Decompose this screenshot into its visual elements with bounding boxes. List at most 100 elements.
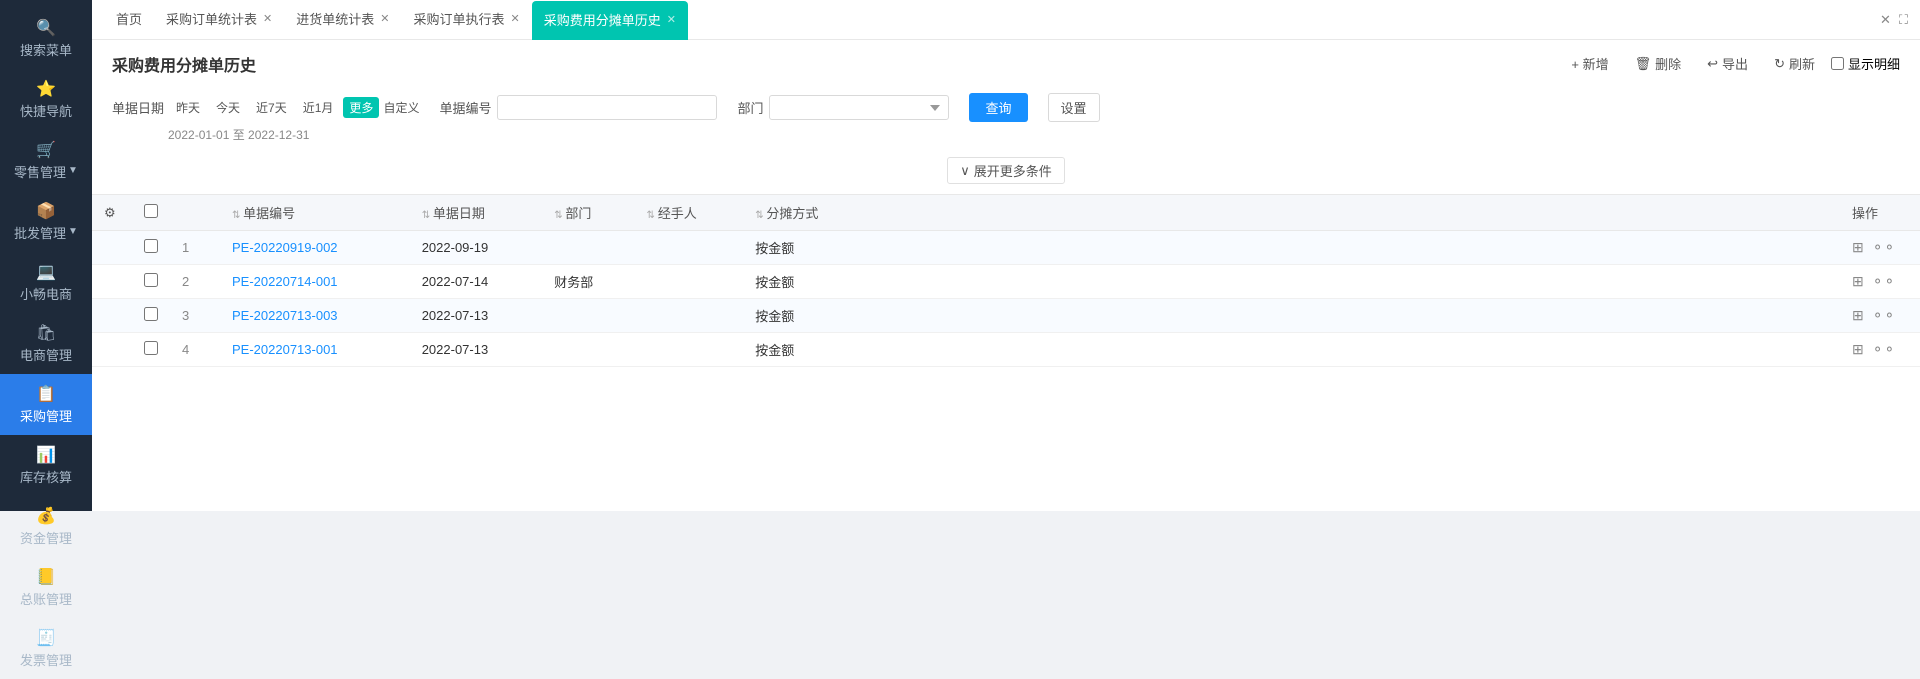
sidebar-item-search[interactable]: 🔍 搜索菜单 [0, 8, 92, 69]
doc-number-input[interactable] [497, 95, 717, 120]
close-purchase-order-stats-icon[interactable]: ✕ [263, 12, 272, 25]
col-dept-header[interactable]: ⇅ 部门 [542, 195, 634, 231]
col-split-method-header[interactable]: ⇅ 分摊方式 [743, 195, 1840, 231]
row-dept-cell: 财务部 [542, 265, 634, 299]
more-icon[interactable]: ⚬⚬ [1872, 239, 1895, 256]
show-detail-checkbox[interactable] [1831, 57, 1844, 70]
more-icon[interactable]: ⚬⚬ [1872, 341, 1895, 358]
col-settings-header[interactable]: ⚙ [92, 195, 132, 231]
edit-icon[interactable]: ⊞ [1852, 307, 1864, 324]
row-checkbox-3[interactable] [144, 341, 158, 355]
query-button[interactable]: 查询 [969, 93, 1027, 122]
tab-home[interactable]: 首页 [104, 0, 154, 39]
row-split-method-cell: 按金额 [743, 333, 1840, 367]
sidebar-item-retail[interactable]: 🛒 零售管理 ▼ [0, 130, 92, 191]
table-row: 3 PE-20220713-003 2022-07-13 按金额 ⊞ ⚬⚬ [92, 299, 1920, 333]
dept-select[interactable] [769, 95, 949, 120]
close-purchase-cost-history-icon[interactable]: ✕ [667, 13, 676, 26]
edit-icon[interactable]: ⊞ [1852, 273, 1864, 290]
row-doc-number-link[interactable]: PE-20220714-001 [232, 274, 338, 289]
row-handler-cell [635, 265, 744, 299]
search-icon: 🔍 [4, 18, 88, 38]
page-title: 采购费用分摊单历史 [112, 52, 256, 76]
sidebar-item-finance[interactable]: 💰 资金管理 [0, 496, 92, 557]
row-doc-number-link[interactable]: PE-20220919-002 [232, 240, 338, 255]
tab-purchase-order-stats[interactable]: 采购订单统计表 ✕ [154, 0, 284, 39]
more-icon[interactable]: ⚬⚬ [1872, 273, 1895, 290]
close-inbound-stats-icon[interactable]: ✕ [380, 12, 389, 25]
close-window-icon[interactable]: ✕ [1880, 12, 1891, 28]
ecommerce-icon: 🛍 [4, 323, 88, 343]
sort-icon-doc-number: ⇅ [232, 210, 243, 221]
add-button[interactable]: + 新增 [1561, 50, 1618, 77]
sort-icon-doc-date: ⇅ [422, 210, 433, 221]
row-settings-cell [92, 265, 132, 299]
sidebar-item-small-ecommerce[interactable]: 💻 小畅电商 [0, 252, 92, 313]
sidebar-item-quicknav[interactable]: ⭐ 快捷导航 [0, 69, 92, 130]
sidebar-item-ledger[interactable]: 📒 总账管理 [0, 557, 92, 618]
select-all-checkbox[interactable] [144, 204, 158, 218]
close-purchase-order-exec-icon[interactable]: ✕ [511, 12, 520, 25]
col-action-header: 操作 [1840, 195, 1920, 231]
row-checkbox-cell[interactable] [132, 299, 170, 333]
date-shortcut-yesterday[interactable]: 昨天 [170, 97, 206, 118]
row-num-cell: 2 [170, 265, 220, 299]
row-checkbox-1[interactable] [144, 273, 158, 287]
date-range-display: 2022-01-01 至 2022-12-31 [112, 126, 1900, 143]
date-shortcut-today[interactable]: 今天 [210, 97, 246, 118]
sidebar: 🔍 搜索菜单 ⭐ 快捷导航 🛒 零售管理 ▼ 📦 批发管理 ▼ 💻 小畅电商 🛍… [0, 0, 92, 511]
sort-icon-dept: ⇅ [554, 210, 565, 221]
row-action-cell: ⊞ ⚬⚬ [1840, 231, 1920, 265]
col-doc-number-header[interactable]: ⇅ 单据编号 [220, 195, 410, 231]
finance-icon: 💰 [4, 506, 88, 526]
date-shortcut-custom[interactable]: 自定义 [383, 99, 419, 116]
wholesale-icon: 📦 [4, 201, 88, 221]
date-shortcut-more[interactable]: 更多 [343, 97, 379, 118]
header-toolbar: 采购费用分摊单历史 + 新增 🗑 删除 ↩ 导出 ↻ 刷新 显示明细 [92, 40, 1920, 83]
export-button[interactable]: ↩ 导出 [1697, 50, 1758, 77]
row-action-cell: ⊞ ⚬⚬ [1840, 265, 1920, 299]
row-checkbox-cell[interactable] [132, 231, 170, 265]
chevron-down-icon-2: ▼ [68, 226, 78, 237]
edit-icon[interactable]: ⊞ [1852, 341, 1864, 358]
chevron-down-icon: ▼ [68, 165, 78, 176]
col-handler-header[interactable]: ⇅ 经手人 [635, 195, 744, 231]
table-row: 4 PE-20220713-001 2022-07-13 按金额 ⊞ ⚬⚬ [92, 333, 1920, 367]
sidebar-item-purchase[interactable]: 📋 采购管理 [0, 374, 92, 435]
row-doc-number-link[interactable]: PE-20220713-003 [232, 308, 338, 323]
dept-filter-group: 部门 [737, 95, 949, 120]
tab-inbound-stats[interactable]: 进货单统计表 ✕ [284, 0, 401, 39]
row-split-method-cell: 按金额 [743, 299, 1840, 333]
date-shortcut-7days[interactable]: 近7天 [250, 97, 293, 118]
row-checkbox-0[interactable] [144, 239, 158, 253]
sidebar-item-invoice[interactable]: 🧾 发票管理 [0, 618, 92, 679]
col-split-method-label: 分摊方式 [766, 206, 818, 221]
expand-window-icon[interactable]: ⛶ [1899, 12, 1908, 28]
row-checkbox-cell[interactable] [132, 333, 170, 367]
expand-more-button[interactable]: ∨ 展开更多条件 [947, 157, 1065, 184]
sidebar-item-ecommerce[interactable]: 🛍 电商管理 [0, 313, 92, 374]
table-body: 1 PE-20220919-002 2022-09-19 按金额 ⊞ ⚬⚬ 2 … [92, 231, 1920, 367]
tab-purchase-order-exec[interactable]: 采购订单执行表 ✕ [401, 0, 531, 39]
row-doc-date-cell: 2022-07-13 [410, 299, 543, 333]
row-doc-number-link[interactable]: PE-20220713-001 [232, 342, 338, 357]
row-checkbox-2[interactable] [144, 307, 158, 321]
refresh-button[interactable]: ↻ 刷新 [1764, 50, 1825, 77]
row-checkbox-cell[interactable] [132, 265, 170, 299]
row-dept-cell [542, 333, 634, 367]
col-doc-number-label: 单据编号 [243, 206, 295, 221]
sidebar-item-inventory[interactable]: 📊 库存核算 [0, 435, 92, 496]
settings-button[interactable]: 设置 [1048, 93, 1100, 122]
small-ecommerce-icon: 💻 [4, 262, 88, 282]
delete-button[interactable]: 🗑 删除 [1625, 50, 1692, 77]
sidebar-item-wholesale[interactable]: 📦 批发管理 ▼ [0, 191, 92, 252]
date-shortcut-1month[interactable]: 近1月 [297, 97, 340, 118]
show-detail-toggle[interactable]: 显示明细 [1831, 54, 1900, 73]
col-doc-date-header[interactable]: ⇅ 单据日期 [410, 195, 543, 231]
row-settings-cell [92, 299, 132, 333]
filter-bar: 单据日期 昨天 今天 近7天 近1月 更多 自定义 单据编号 [92, 83, 1920, 195]
edit-icon[interactable]: ⊞ [1852, 239, 1864, 256]
more-icon[interactable]: ⚬⚬ [1872, 307, 1895, 324]
col-checkbox-header[interactable] [132, 195, 170, 231]
tab-purchase-cost-history[interactable]: 采购费用分摊单历史 ✕ [532, 1, 688, 40]
